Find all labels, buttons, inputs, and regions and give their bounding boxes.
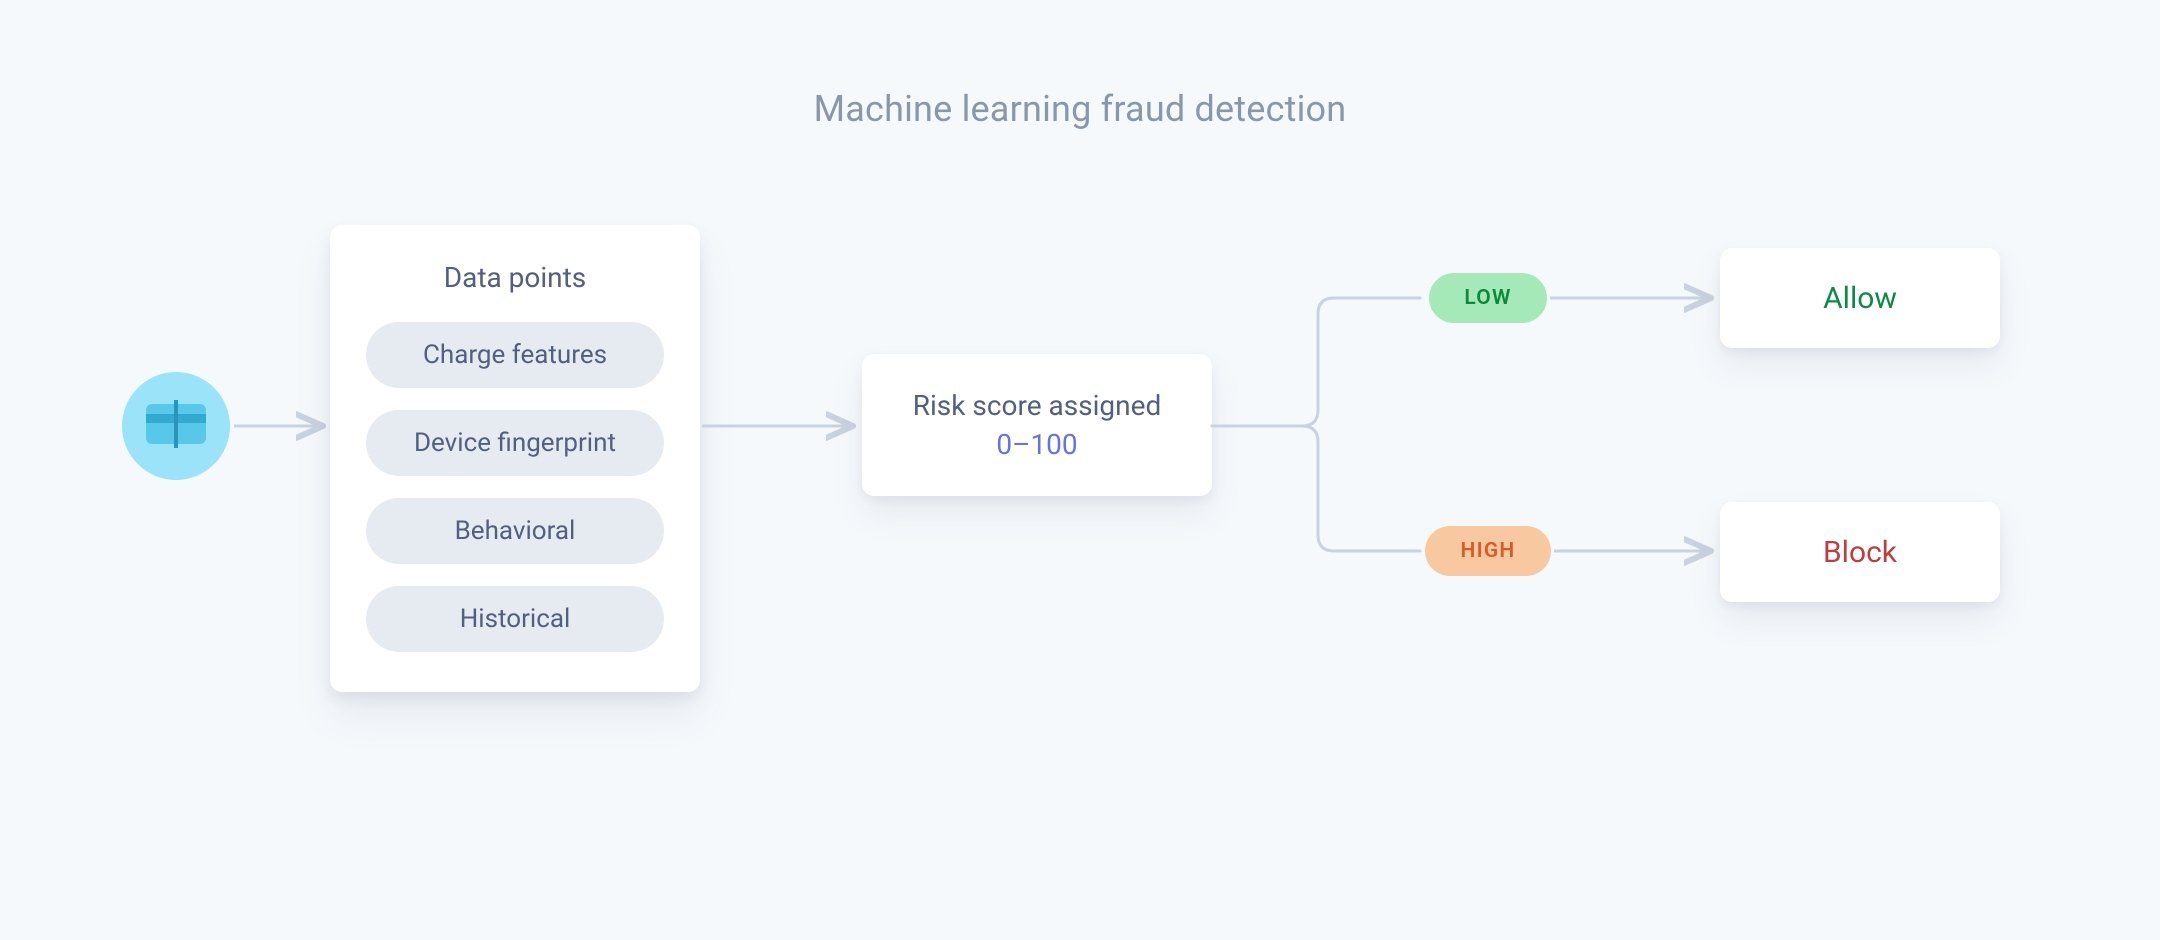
data-point-pill: Historical — [366, 586, 664, 652]
credit-card-icon — [144, 400, 208, 452]
high-risk-badge: HIGH — [1425, 526, 1551, 576]
arrow-icon-to-datapoints — [234, 416, 330, 436]
arrow-low-to-allow — [1550, 288, 1720, 308]
outcome-allow-label: Allow — [1823, 281, 1897, 316]
data-point-pill: Behavioral — [366, 498, 664, 564]
arrow-high-to-block — [1554, 541, 1722, 561]
credit-card-icon-circle — [122, 372, 230, 480]
outcome-block-label: Block — [1823, 535, 1897, 570]
arrow-datapoints-to-risk — [702, 416, 862, 436]
outcome-block-card: Block — [1720, 502, 2000, 602]
data-points-list: Charge features Device fingerprint Behav… — [366, 322, 664, 652]
data-point-pill: Charge features — [366, 322, 664, 388]
outcome-allow-card: Allow — [1720, 248, 2000, 348]
data-points-card: Data points Charge features Device finge… — [330, 225, 700, 692]
low-risk-badge: LOW — [1429, 273, 1547, 323]
data-points-heading: Data points — [366, 261, 664, 294]
risk-score-label: Risk score assigned — [913, 389, 1162, 422]
branch-to-high — [1212, 414, 1432, 564]
risk-score-card: Risk score assigned 0–100 — [862, 354, 1212, 496]
data-point-pill: Device fingerprint — [366, 410, 664, 476]
risk-score-range: 0–100 — [996, 428, 1077, 461]
diagram-title: Machine learning fraud detection — [0, 88, 2160, 130]
